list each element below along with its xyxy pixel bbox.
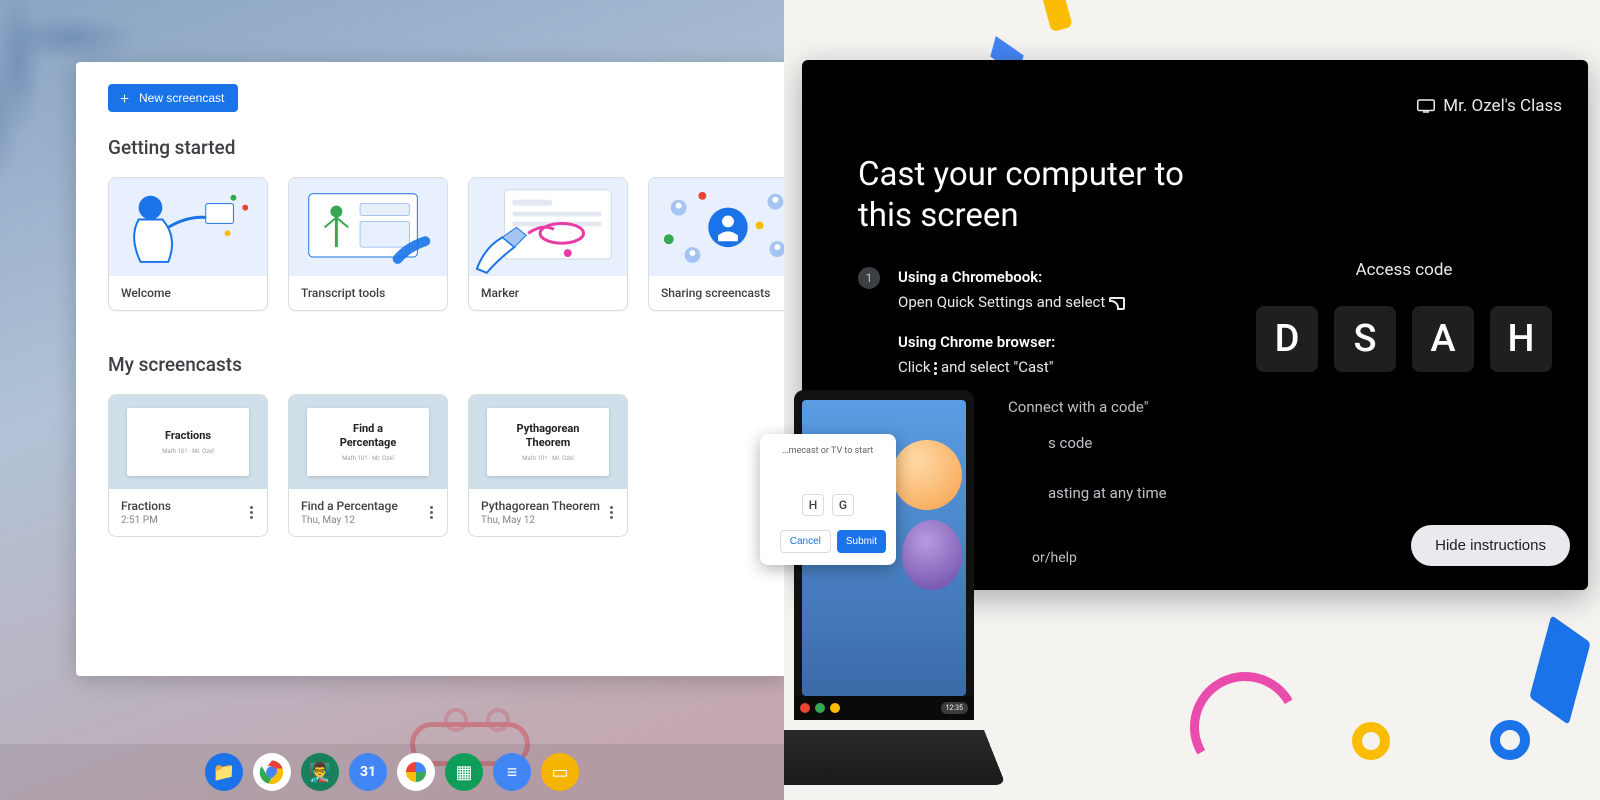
access-code-label: Access code xyxy=(1256,260,1552,280)
cast-title: Cast your computer to this screen xyxy=(858,154,1218,237)
screencast-item[interactable]: Pythagorean Theorem Math 101 · Mr. Ozel … xyxy=(468,394,628,537)
screencast-item[interactable]: Find a Percentage Math 101 · Mr. Ozel Fi… xyxy=(288,394,448,537)
chromeos-shelf[interactable]: 📁 👨‍🏫 31 ▦ ≡ ▭ xyxy=(0,744,784,800)
thumb-slide-sub: Math 101 · Mr. Ozel xyxy=(342,455,394,462)
thumb-slide-title: Fractions xyxy=(165,429,211,442)
laptop-clock[interactable]: 12:35 xyxy=(941,702,968,714)
code-char: D xyxy=(1256,306,1318,372)
docs-icon[interactable]: ≡ xyxy=(493,753,531,791)
dialog-hint-text: …mecast or TV to start xyxy=(770,446,886,458)
shelf-app-icon[interactable] xyxy=(815,703,825,713)
step1-chromebook-text: Open Quick Settings and select xyxy=(898,290,1125,316)
cast-code-dialog: …mecast or TV to start H G Cancel Submit xyxy=(760,434,896,565)
card-transcript-tools[interactable]: Transcript tools xyxy=(288,177,448,311)
thumb-slide-title: Pythagorean Theorem xyxy=(517,422,580,448)
confetti-shape xyxy=(1490,720,1530,760)
confetti-shape xyxy=(1529,615,1590,725)
step-number: 1 xyxy=(858,267,880,289)
plus-icon xyxy=(118,92,131,105)
screencast-list: Fractions Math 101 · Mr. Ozel Fractions … xyxy=(108,394,784,537)
sheets-icon[interactable]: ▦ xyxy=(445,753,483,791)
slides-icon[interactable]: ▭ xyxy=(541,753,579,791)
new-screencast-button[interactable]: New screencast xyxy=(108,84,238,112)
new-screencast-label: New screencast xyxy=(139,91,224,105)
files-icon[interactable]: 📁 xyxy=(205,753,243,791)
my-screencasts-title: My screencasts xyxy=(108,353,784,376)
confetti-shape xyxy=(1170,652,1320,800)
more-menu-button[interactable] xyxy=(421,503,441,523)
step1-chrome-text: Click and select "Cast" xyxy=(898,355,1125,381)
step-truncated-text: s code xyxy=(1048,434,1532,452)
card-welcome[interactable]: Welcome xyxy=(108,177,268,311)
thumb-slide-sub: Math 101 · Mr. Ozel xyxy=(522,455,574,462)
screencast-app-window: New screencast Getting started xyxy=(76,62,784,676)
illustration-marker xyxy=(469,178,627,276)
balloon-decoration xyxy=(902,520,962,590)
access-code-area: Access code D S A H xyxy=(1256,260,1552,372)
dialog-code-inputs: H G xyxy=(770,494,886,516)
illustration-welcome xyxy=(109,178,267,276)
thumb-slide-sub: Math 101 · Mr. Ozel xyxy=(162,448,214,455)
step1-chromebook-heading: Using a Chromebook: xyxy=(898,265,1125,291)
classroom-icon[interactable]: 👨‍🏫 xyxy=(301,753,339,791)
tv-device-name: Mr. Ozel's Class xyxy=(1443,96,1562,116)
hide-instructions-button[interactable]: Hide instructions xyxy=(1411,525,1570,566)
screencast-date: Thu, May 12 xyxy=(481,515,600,526)
screencast-date: 2:51 PM xyxy=(121,515,171,526)
thumb-slide-title: Find a Percentage xyxy=(340,422,397,448)
more-menu-button[interactable] xyxy=(601,503,621,523)
chrome-icon[interactable] xyxy=(253,753,291,791)
confetti-shape xyxy=(1041,0,1073,32)
dialog-code-char[interactable]: H xyxy=(802,494,824,516)
shelf-app-icon[interactable] xyxy=(800,703,810,713)
kebab-icon xyxy=(934,362,937,375)
laptop-keyboard xyxy=(784,730,1006,785)
more-menu-button[interactable] xyxy=(241,503,261,523)
code-char: S xyxy=(1334,306,1396,372)
wallpaper-shape xyxy=(444,708,468,732)
card-marker[interactable]: Marker xyxy=(468,177,628,311)
shelf-app-icon[interactable] xyxy=(830,703,840,713)
confetti-shape xyxy=(1352,722,1390,760)
getting-started-title: Getting started xyxy=(108,136,784,159)
calendar-icon[interactable]: 31 xyxy=(349,753,387,791)
illustration-sharing xyxy=(649,178,784,276)
screencast-title: Find a Percentage xyxy=(301,499,398,513)
submit-button[interactable]: Submit xyxy=(837,530,886,553)
screencast-item[interactable]: Fractions Math 101 · Mr. Ozel Fractions … xyxy=(108,394,268,537)
screencast-title: Pythagorean Theorem xyxy=(481,499,600,513)
card-label: Transcript tools xyxy=(289,276,447,310)
wallpaper-shape xyxy=(486,708,510,732)
code-char: A xyxy=(1412,306,1474,372)
getting-started-row: Welcome Transcript xyxy=(108,177,784,311)
screencast-date: Thu, May 12 xyxy=(301,515,398,526)
card-sharing[interactable]: Sharing screencasts xyxy=(648,177,784,311)
screencast-app-desktop: New screencast Getting started xyxy=(0,0,784,800)
dialog-code-char[interactable]: G xyxy=(832,494,854,516)
step1-chrome-heading: Using Chrome browser: xyxy=(898,330,1125,356)
screencast-title: Fractions xyxy=(121,499,171,513)
illustration-transcript xyxy=(289,178,447,276)
cast-icon xyxy=(1109,297,1125,310)
tv-device-badge: Mr. Ozel's Class xyxy=(1417,96,1562,116)
laptop-shelf: 12:35 xyxy=(794,696,974,720)
code-char: H xyxy=(1490,306,1552,372)
step-truncated-text: asting at any time xyxy=(1048,484,1532,502)
cancel-button[interactable]: Cancel xyxy=(780,530,831,553)
card-label: Welcome xyxy=(109,276,267,310)
screencast-thumb: Fractions Math 101 · Mr. Ozel xyxy=(109,395,267,489)
screencast-thumb: Find a Percentage Math 101 · Mr. Ozel xyxy=(289,395,447,489)
cast-receiver-scene: Mr. Ozel's Class Cast your computer to t… xyxy=(784,0,1600,800)
step-truncated-text: Connect with a code" xyxy=(1008,395,1149,421)
screencast-thumb: Pythagorean Theorem Math 101 · Mr. Ozel xyxy=(469,395,627,489)
photos-icon[interactable] xyxy=(397,753,435,791)
card-label: Sharing screencasts xyxy=(649,276,784,310)
display-icon xyxy=(1417,99,1435,113)
help-text-fragment: or/help xyxy=(1032,550,1077,566)
balloon-decoration xyxy=(892,440,962,510)
card-label: Marker xyxy=(469,276,627,310)
